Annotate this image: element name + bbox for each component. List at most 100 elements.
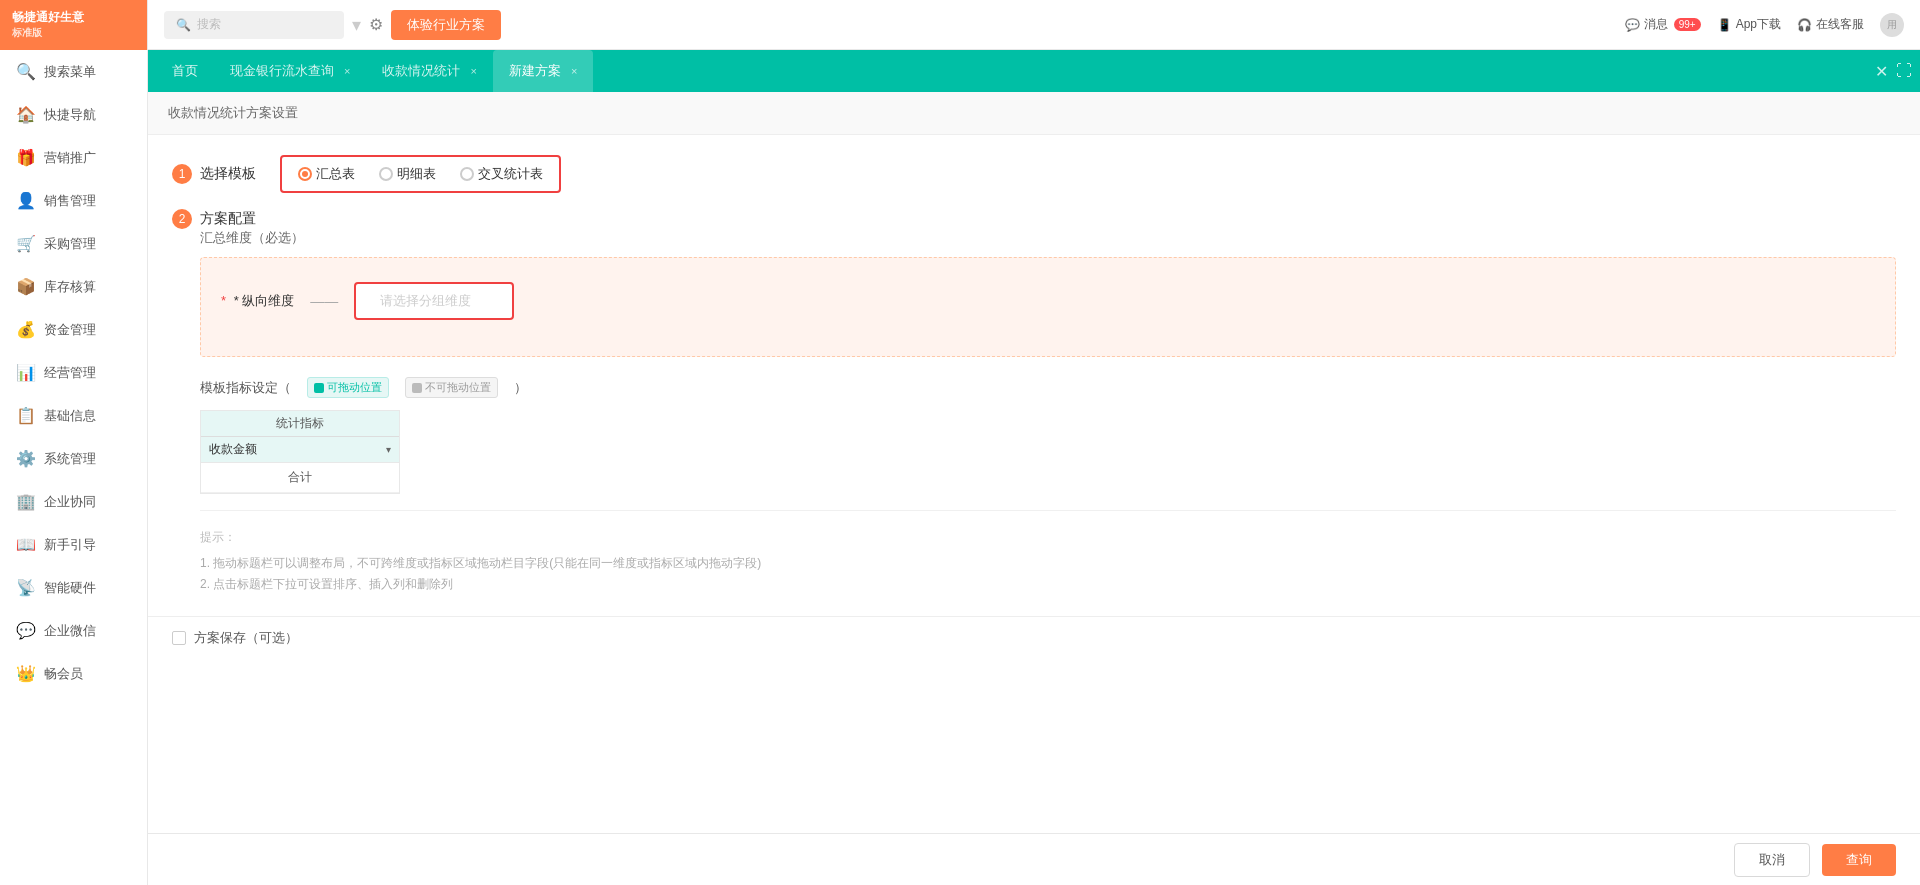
hints: 提示： 1. 拖动标题栏可以调整布局，不可跨维度或指标区域拖动栏目字段(只能在同… bbox=[200, 527, 1896, 596]
column-header-label: 收款金额 bbox=[209, 441, 257, 458]
sidebar-item-enterprise-collab[interactable]: 🏢 企业协同 bbox=[0, 480, 147, 523]
tab-collection-stats[interactable]: 收款情况统计 × bbox=[366, 50, 492, 92]
building-icon: 🏢 bbox=[16, 492, 36, 511]
tab-bank-flow-label: 现金银行流水查询 bbox=[230, 62, 334, 80]
sidebar-item-smart-hardware[interactable]: 📡 智能硬件 bbox=[0, 566, 147, 609]
query-button[interactable]: 查询 bbox=[1822, 844, 1896, 876]
tab-bar-right: ✕ ⛶ bbox=[1875, 62, 1912, 81]
sidebar-item-basic-info[interactable]: 📋 基础信息 bbox=[0, 394, 147, 437]
sidebar: 畅捷通好生意 标准版 🔍 搜索菜单 🏠 快捷导航 🎁 营销推广 👤 销售管理 🛒… bbox=[0, 0, 148, 885]
tab-close-collection-stats[interactable]: × bbox=[470, 65, 476, 77]
top-header: 🔍 搜索 ▾ ⚙ 体验行业方案 💬 消息 99+ 📱 App下载 🎧 在线客服 bbox=[148, 0, 1920, 50]
draggable-label: 可拖动位置 bbox=[327, 380, 382, 395]
step2-title-row: 2 方案配置 bbox=[172, 209, 1896, 229]
metrics-table-cell-total: 合计 bbox=[201, 463, 399, 493]
hints-title: 提示： bbox=[200, 527, 1896, 549]
dimension-select[interactable]: 请选择分组维度 bbox=[354, 282, 514, 320]
chevron-down-icon[interactable]: ▾ bbox=[386, 444, 391, 455]
sidebar-item-operations[interactable]: 📊 经营管理 bbox=[0, 351, 147, 394]
sidebar-item-label: 快捷导航 bbox=[44, 106, 96, 124]
sidebar-item-system[interactable]: ⚙️ 系统管理 bbox=[0, 437, 147, 480]
sidebar-item-label: 库存核算 bbox=[44, 278, 96, 296]
metrics-label-row: 模板指标设定（ 可拖动位置 不可拖动位置 ） bbox=[200, 377, 1896, 398]
support-btn[interactable]: 🎧 在线客服 bbox=[1797, 16, 1864, 33]
gear-icon[interactable]: ⚙ bbox=[369, 15, 383, 34]
template-radio-group: 汇总表 明细表 交叉统计表 bbox=[280, 155, 561, 193]
tab-collection-stats-label: 收款情况统计 bbox=[382, 62, 460, 80]
download-label: App下载 bbox=[1736, 16, 1781, 33]
notification-badge: 99+ bbox=[1674, 18, 1701, 31]
cancel-button[interactable]: 取消 bbox=[1734, 843, 1810, 877]
header-left: 🔍 搜索 ▾ ⚙ 体验行业方案 bbox=[164, 10, 1609, 40]
radio-summary-label: 汇总表 bbox=[316, 165, 355, 183]
close-window-icon[interactable]: ✕ bbox=[1875, 62, 1888, 81]
sidebar-item-membership[interactable]: 👑 畅会员 bbox=[0, 652, 147, 695]
tab-home[interactable]: 首页 bbox=[156, 50, 214, 92]
sidebar-item-label: 企业微信 bbox=[44, 622, 96, 640]
tab-close-new-plan[interactable]: × bbox=[571, 65, 577, 77]
radio-detail[interactable]: 明细表 bbox=[379, 165, 436, 183]
step1-indicator: 1 bbox=[172, 164, 192, 184]
notification-label: 消息 bbox=[1644, 16, 1668, 33]
save-checkbox[interactable] bbox=[172, 631, 186, 645]
dimension-wrapper: 汇总维度（必选） * * 纵向维度 —— 请选择分组维度 bbox=[200, 229, 1896, 596]
search-bar[interactable]: 🔍 搜索 bbox=[164, 11, 344, 39]
step1-label: 选择模板 bbox=[200, 165, 256, 183]
search-placeholder: 搜索 bbox=[197, 16, 221, 33]
sidebar-item-enterprise-wechat[interactable]: 💬 企业微信 bbox=[0, 609, 147, 652]
save-option: 方案保存（可选） bbox=[148, 616, 1920, 659]
step2-section: 2 方案配置 汇总维度（必选） * * 纵向维度 —— bbox=[172, 209, 1896, 596]
sidebar-item-label: 畅会员 bbox=[44, 665, 83, 683]
tab-close-bank-flow[interactable]: × bbox=[344, 65, 350, 77]
logo-text: 畅捷通好生意 bbox=[12, 10, 84, 24]
tab-bank-flow[interactable]: 现金银行流水查询 × bbox=[214, 50, 366, 92]
main-content: 🔍 搜索 ▾ ⚙ 体验行业方案 💬 消息 99+ 📱 App下载 🎧 在线客服 bbox=[148, 0, 1920, 885]
draggable-color-block bbox=[314, 383, 324, 393]
dimension-title: 汇总维度（必选） bbox=[200, 229, 1896, 247]
sidebar-logo: 畅捷通好生意 标准版 bbox=[0, 0, 147, 50]
sidebar-item-label: 采购管理 bbox=[44, 235, 96, 253]
radio-detail-label: 明细表 bbox=[397, 165, 436, 183]
user-icon: 👤 bbox=[16, 191, 36, 210]
download-icon: 📱 bbox=[1717, 18, 1732, 32]
user-avatar[interactable]: 用 bbox=[1880, 13, 1904, 37]
dropdown-arrow-icon[interactable]: ▾ bbox=[352, 14, 361, 36]
trial-btn[interactable]: 体验行业方案 bbox=[391, 10, 501, 40]
metrics-table: 统计指标 收款金额 ▾ 合计 bbox=[200, 410, 400, 494]
app-download-btn[interactable]: 📱 App下载 bbox=[1717, 16, 1781, 33]
arrow-icon: —— bbox=[310, 293, 338, 309]
radio-cross-label: 交叉统计表 bbox=[478, 165, 543, 183]
sidebar-item-marketing[interactable]: 🎁 营销推广 bbox=[0, 136, 147, 179]
radio-cross[interactable]: 交叉统计表 bbox=[460, 165, 543, 183]
maximize-icon[interactable]: ⛶ bbox=[1896, 62, 1912, 80]
chat-icon: 💬 bbox=[16, 621, 36, 640]
home-icon: 🏠 bbox=[16, 105, 36, 124]
non-draggable-tag: 不可拖动位置 bbox=[405, 377, 498, 398]
radio-summary-circle bbox=[298, 167, 312, 181]
sidebar-item-label: 系统管理 bbox=[44, 450, 96, 468]
cart-icon: 🛒 bbox=[16, 234, 36, 253]
sidebar-item-sales[interactable]: 👤 销售管理 bbox=[0, 179, 147, 222]
sidebar-item-purchase[interactable]: 🛒 采购管理 bbox=[0, 222, 147, 265]
metrics-title: 模板指标设定（ bbox=[200, 379, 291, 397]
sidebar-item-inventory[interactable]: 📦 库存核算 bbox=[0, 265, 147, 308]
sidebar-item-quick-nav[interactable]: 🏠 快捷导航 bbox=[0, 93, 147, 136]
vertical-dim-label: * * 纵向维度 bbox=[221, 292, 294, 310]
gift-icon: 🎁 bbox=[16, 148, 36, 167]
tab-new-plan[interactable]: 新建方案 × bbox=[493, 50, 593, 92]
sidebar-item-search-menu[interactable]: 🔍 搜索菜单 bbox=[0, 50, 147, 93]
step2-label: 方案配置 bbox=[200, 210, 256, 228]
non-draggable-color-block bbox=[412, 383, 422, 393]
logo-edition: 标准版 bbox=[12, 26, 84, 40]
divider bbox=[200, 510, 1896, 511]
main-section: 1 选择模板 汇总表 明细表 交叉统计表 bbox=[148, 135, 1920, 616]
metrics-table-header[interactable]: 收款金额 ▾ bbox=[201, 437, 399, 463]
sidebar-item-label: 搜索菜单 bbox=[44, 63, 96, 81]
chart-icon: 📊 bbox=[16, 363, 36, 382]
support-label: 在线客服 bbox=[1816, 16, 1864, 33]
notification-btn[interactable]: 💬 消息 99+ bbox=[1625, 16, 1701, 33]
money-icon: 💰 bbox=[16, 320, 36, 339]
radio-summary[interactable]: 汇总表 bbox=[298, 165, 355, 183]
sidebar-item-finance[interactable]: 💰 资金管理 bbox=[0, 308, 147, 351]
sidebar-item-guide[interactable]: 📖 新手引导 bbox=[0, 523, 147, 566]
